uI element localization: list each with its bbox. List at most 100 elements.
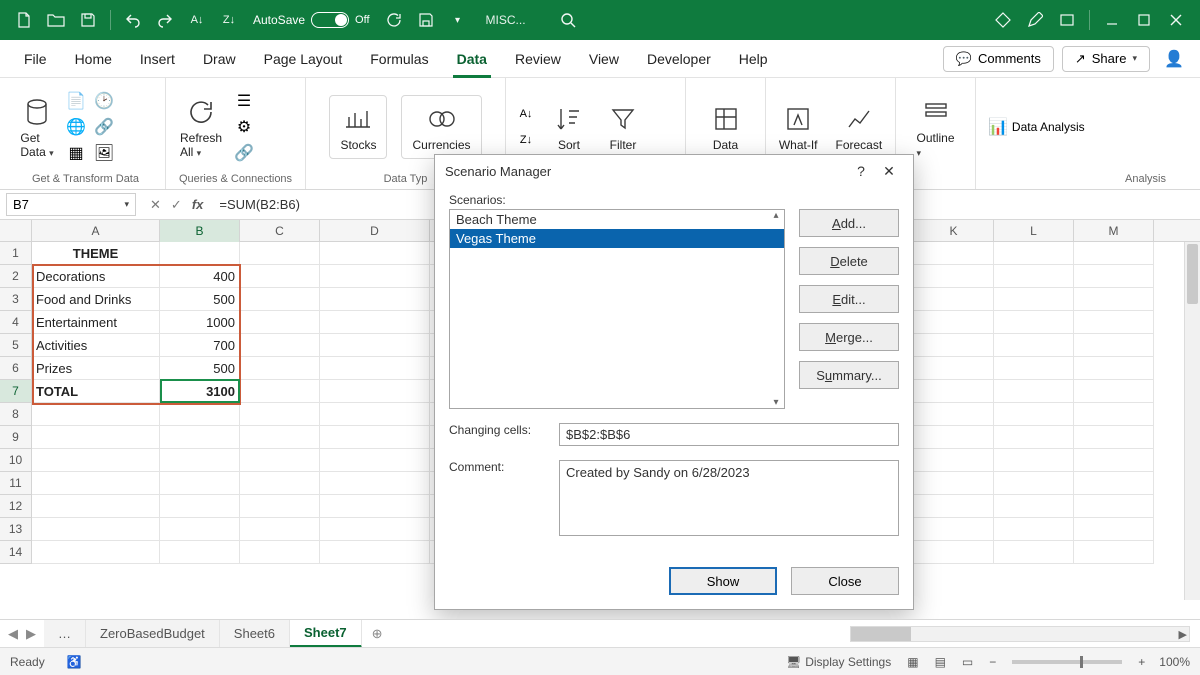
summary-button[interactable]: Summary...	[799, 361, 899, 389]
tab-file[interactable]: File	[10, 40, 61, 78]
row-header-11[interactable]: 11	[0, 472, 32, 495]
fx-icon[interactable]: fx	[192, 197, 204, 213]
new-file-icon[interactable]	[12, 8, 36, 32]
row-header-12[interactable]: 12	[0, 495, 32, 518]
tab-nav-prev-icon[interactable]: ◀	[8, 626, 18, 642]
row-header-1[interactable]: 1	[0, 242, 32, 265]
save-icon[interactable]	[76, 8, 100, 32]
tab-view[interactable]: View	[575, 40, 633, 78]
select-all-corner[interactable]	[0, 220, 32, 242]
col-header-L[interactable]: L	[994, 220, 1074, 242]
scenario-item[interactable]: Vegas Theme	[450, 229, 784, 248]
tab-home[interactable]: Home	[61, 40, 126, 78]
sort-button[interactable]: Sort	[546, 100, 592, 154]
data-analysis-button[interactable]: 📊 Data Analysis	[984, 115, 1089, 139]
from-table-icon[interactable]: ▦	[64, 141, 88, 165]
tab-formulas[interactable]: Formulas	[356, 40, 442, 78]
scenarios-listbox[interactable]: Beach ThemeVegas Theme ▴▾	[449, 209, 785, 409]
row-header-8[interactable]: 8	[0, 403, 32, 426]
close-icon[interactable]	[1164, 8, 1188, 32]
row-header-10[interactable]: 10	[0, 449, 32, 472]
tab-more[interactable]: …	[44, 620, 86, 648]
minimize-icon[interactable]	[1100, 8, 1124, 32]
tab-review[interactable]: Review	[501, 40, 575, 78]
col-header-C[interactable]: C	[240, 220, 320, 242]
dialog-close-icon[interactable]: ✕	[875, 163, 903, 180]
view-page-layout-icon[interactable]: ▤	[927, 652, 954, 672]
existing-conn-icon[interactable]: 🔗	[92, 115, 116, 139]
name-box[interactable]: B7 ▾	[6, 193, 136, 216]
forecast-button[interactable]: Forecast	[830, 100, 889, 154]
sheet-tab-sheet6[interactable]: Sheet6	[220, 620, 290, 648]
zoom-slider[interactable]	[1012, 660, 1122, 664]
properties-icon[interactable]: ⚙	[232, 115, 256, 139]
accept-formula-icon[interactable]: ✓	[171, 197, 182, 213]
maximize-icon[interactable]	[1132, 8, 1156, 32]
stocks-button[interactable]: Stocks	[329, 95, 387, 159]
tab-help[interactable]: Help	[725, 40, 782, 78]
tab-nav-next-icon[interactable]: ▶	[26, 626, 36, 642]
data-tools-button[interactable]: Data	[703, 100, 749, 154]
col-header-D[interactable]: D	[320, 220, 430, 242]
row-header-13[interactable]: 13	[0, 518, 32, 541]
user-icon[interactable]: 👤	[1162, 47, 1186, 71]
redo-icon[interactable]	[153, 8, 177, 32]
qat-dropdown-icon[interactable]: ▾	[446, 8, 470, 32]
from-web-icon[interactable]: 🌐	[64, 115, 88, 139]
row-header-3[interactable]: 3	[0, 288, 32, 311]
display-settings-button[interactable]: 🖥 Display Settings	[778, 652, 899, 672]
row-header-2[interactable]: 2	[0, 265, 32, 288]
sort-desc-icon[interactable]: Z↓	[217, 8, 241, 32]
share-button[interactable]: ↗Share▾	[1062, 46, 1150, 72]
row-header-7[interactable]: 7	[0, 380, 32, 403]
help-icon[interactable]: ?	[847, 163, 875, 179]
tab-data[interactable]: Data	[443, 40, 501, 78]
comments-button[interactable]: 💬Comments	[943, 46, 1054, 72]
row-header-14[interactable]: 14	[0, 541, 32, 564]
vertical-scrollbar[interactable]	[1184, 242, 1200, 600]
sort-za-icon[interactable]: Z↓	[514, 128, 538, 152]
scenario-item[interactable]: Beach Theme	[450, 210, 784, 229]
delete-button[interactable]: Delete	[799, 247, 899, 275]
sort-asc-icon[interactable]: A↓	[185, 8, 209, 32]
diamond-icon[interactable]	[991, 8, 1015, 32]
save2-icon[interactable]	[414, 8, 438, 32]
pencil-icon[interactable]	[1023, 8, 1047, 32]
row-header-4[interactable]: 4	[0, 311, 32, 334]
search-icon[interactable]	[556, 8, 580, 32]
sheet-tab-zerobasedbudget[interactable]: ZeroBasedBudget	[86, 620, 220, 648]
accessibility-icon[interactable]: ♿	[59, 652, 90, 672]
toggle-switch[interactable]	[311, 12, 349, 28]
window-icon[interactable]	[1055, 8, 1079, 32]
tab-developer[interactable]: Developer	[633, 40, 725, 78]
col-header-M[interactable]: M	[1074, 220, 1154, 242]
cancel-formula-icon[interactable]: ✕	[150, 197, 161, 213]
row-header-5[interactable]: 5	[0, 334, 32, 357]
view-normal-icon[interactable]: ▦	[899, 652, 926, 672]
sort-az-icon[interactable]: A↓	[514, 102, 538, 126]
refresh-all-button[interactable]: RefreshAll ▾	[174, 93, 228, 161]
autosave-toggle[interactable]: AutoSave Off	[253, 12, 370, 28]
whatif-button[interactable]: What-If	[773, 100, 824, 154]
row-header-9[interactable]: 9	[0, 426, 32, 449]
add-sheet-button[interactable]: ⊕	[362, 626, 393, 642]
edit-button[interactable]: Edit...	[799, 285, 899, 313]
get-data-button[interactable]: GetData ▾	[14, 93, 60, 161]
close-button[interactable]: Close	[791, 567, 899, 595]
edit-links-icon[interactable]: 🔗	[232, 141, 256, 165]
col-header-K[interactable]: K	[914, 220, 994, 242]
col-header-B[interactable]: B	[160, 220, 240, 242]
zoom-level[interactable]: 100%	[1159, 655, 1190, 669]
col-header-A[interactable]: A	[32, 220, 160, 242]
add-button[interactable]: Add...	[799, 209, 899, 237]
changing-cells-field[interactable]: $B$2:$B$6	[559, 423, 899, 446]
zoom-in-button[interactable]: +	[1130, 652, 1153, 672]
refresh-icon[interactable]	[382, 8, 406, 32]
from-text-icon[interactable]: 📄	[64, 89, 88, 113]
queries-icon[interactable]: ☰	[232, 89, 256, 113]
tab-insert[interactable]: Insert	[126, 40, 189, 78]
merge-button[interactable]: Merge...	[799, 323, 899, 351]
tab-page-layout[interactable]: Page Layout	[250, 40, 357, 78]
recent-sources-icon[interactable]: 🕑	[92, 89, 116, 113]
comment-field[interactable]: Created by Sandy on 6/28/2023	[559, 460, 899, 536]
